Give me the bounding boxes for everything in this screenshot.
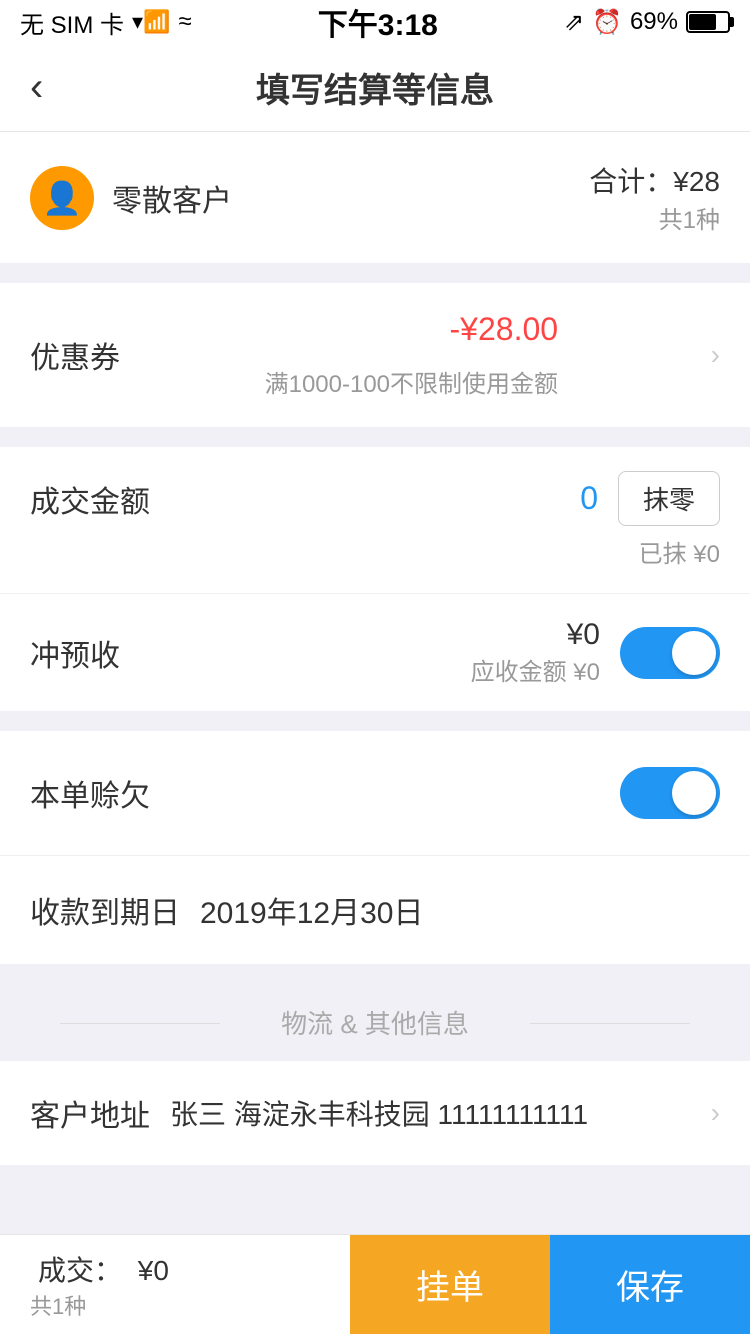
main-content: 👤 零散客户 合计：¥28 共1种 优惠券 -¥28.00 满1000-100不… [0, 132, 750, 1285]
prepay-row-right: ¥0 应收金额 ¥0 [471, 618, 720, 687]
customer-left: 👤 零散客户 [30, 166, 232, 230]
coupon-sub: 满1000-100不限制使用金额 [265, 364, 558, 399]
due-date-label: 收款到期日 [30, 888, 180, 932]
logistics-header: 物流 & 其他信息 [0, 984, 750, 1061]
status-right: ⇗ ⏰ 69% [564, 8, 730, 37]
coupon-section: 优惠券 -¥28.00 满1000-100不限制使用金额 › [0, 283, 750, 427]
alarm-icon: ⏰ [592, 8, 622, 37]
status-bar: 无 SIM 卡 ▾📶 ≈ 下午3:18 ⇗ ⏰ 69% [0, 0, 750, 44]
bottom-deal-value: ¥0 [138, 1255, 169, 1286]
prepay-sub: 应收金额 ¥0 [471, 652, 600, 687]
address-label: 客户地址 [30, 1091, 150, 1135]
status-left: 无 SIM 卡 ▾📶 ≈ [20, 5, 192, 40]
prepay-amount: ¥0 [471, 618, 600, 652]
hangup-button[interactable]: 挂单 [350, 1235, 550, 1334]
due-date-row: 收款到期日 2019年12月30日 [0, 855, 750, 964]
divider-2 [0, 427, 750, 447]
coupon-label: 优惠券 [30, 333, 120, 377]
bottom-count: 共1种 [30, 1289, 320, 1321]
deal-row-top: 成交金额 0 抹零 [30, 471, 720, 526]
prepay-values: ¥0 应收金额 ¥0 [471, 618, 600, 687]
customer-section: 👤 零散客户 合计：¥28 共1种 [0, 132, 750, 263]
prepay-row: 冲预收 ¥0 应收金额 ¥0 [0, 594, 750, 711]
debt-section: 本单赊欠 收款到期日 2019年12月30日 [0, 731, 750, 964]
chevron-right-icon: › [711, 339, 720, 371]
customer-count: 共1种 [589, 200, 720, 235]
deal-amount-label: 成交金额 [30, 477, 150, 521]
avatar-icon: 👤 [42, 179, 82, 217]
debt-row: 本单赊欠 [0, 731, 750, 855]
divider-3 [0, 711, 750, 731]
deal-amount-row: 成交金额 0 抹零 已抹 ¥0 [0, 447, 750, 594]
customer-right: 合计：¥28 共1种 [589, 160, 720, 235]
wifi-signal: ≈ [178, 8, 191, 36]
battery-icon [686, 11, 730, 33]
toggle-knob [672, 631, 716, 675]
wifi-icon: ▾📶 [132, 9, 170, 35]
bottom-summary: 成交： ¥0 共1种 [0, 1249, 350, 1321]
debt-toggle[interactable] [620, 767, 720, 819]
avatar: 👤 [30, 166, 94, 230]
location-icon: ⇗ [564, 8, 584, 37]
round-button[interactable]: 抹零 [618, 471, 720, 526]
bottom-deal-label: 成交： [38, 1255, 122, 1286]
page-title: 填写结算等信息 [256, 63, 494, 112]
due-date-value: 2019年12月30日 [200, 888, 423, 932]
coupon-row[interactable]: 优惠券 -¥28.00 满1000-100不限制使用金额 › [0, 283, 750, 427]
carrier-text: 无 SIM 卡 [20, 5, 124, 40]
deal-amount-sub: 已抹 ¥0 [30, 534, 720, 569]
battery-percent: 69% [630, 8, 678, 36]
address-chevron-icon: › [711, 1097, 720, 1129]
debt-toggle-knob [672, 771, 716, 815]
prepay-label: 冲预收 [30, 631, 120, 675]
logistics-label: 物流 & 其他信息 [281, 1009, 469, 1039]
coupon-right: -¥28.00 满1000-100不限制使用金额 [265, 311, 558, 399]
prepay-toggle[interactable] [620, 627, 720, 679]
prepay-row-top: 冲预收 ¥0 应收金额 ¥0 [30, 618, 720, 687]
divider-1 [0, 263, 750, 283]
deal-row-right: 0 抹零 [580, 471, 720, 526]
back-button[interactable]: ‹ [30, 65, 43, 110]
deal-amount-section: 成交金额 0 抹零 已抹 ¥0 冲预收 ¥0 应收金额 ¥0 [0, 447, 750, 711]
bottom-deal-row: 成交： ¥0 [30, 1249, 320, 1289]
address-value: 张三 海淀永丰科技园 11111111111 [170, 1093, 703, 1133]
customer-total: 合计：¥28 [589, 160, 720, 200]
debt-label: 本单赊欠 [30, 771, 150, 815]
customer-name: 零散客户 [112, 176, 232, 220]
save-button[interactable]: 保存 [550, 1235, 750, 1334]
logistics-divider [0, 964, 750, 984]
deal-amount-value: 0 [580, 480, 598, 517]
nav-bar: ‹ 填写结算等信息 [0, 44, 750, 132]
bottom-bar: 成交： ¥0 共1种 挂单 保存 [0, 1234, 750, 1334]
status-time: 下午3:18 [318, 0, 438, 44]
coupon-discount: -¥28.00 [450, 311, 559, 348]
address-row[interactable]: 客户地址 张三 海淀永丰科技园 11111111111 › [0, 1061, 750, 1165]
